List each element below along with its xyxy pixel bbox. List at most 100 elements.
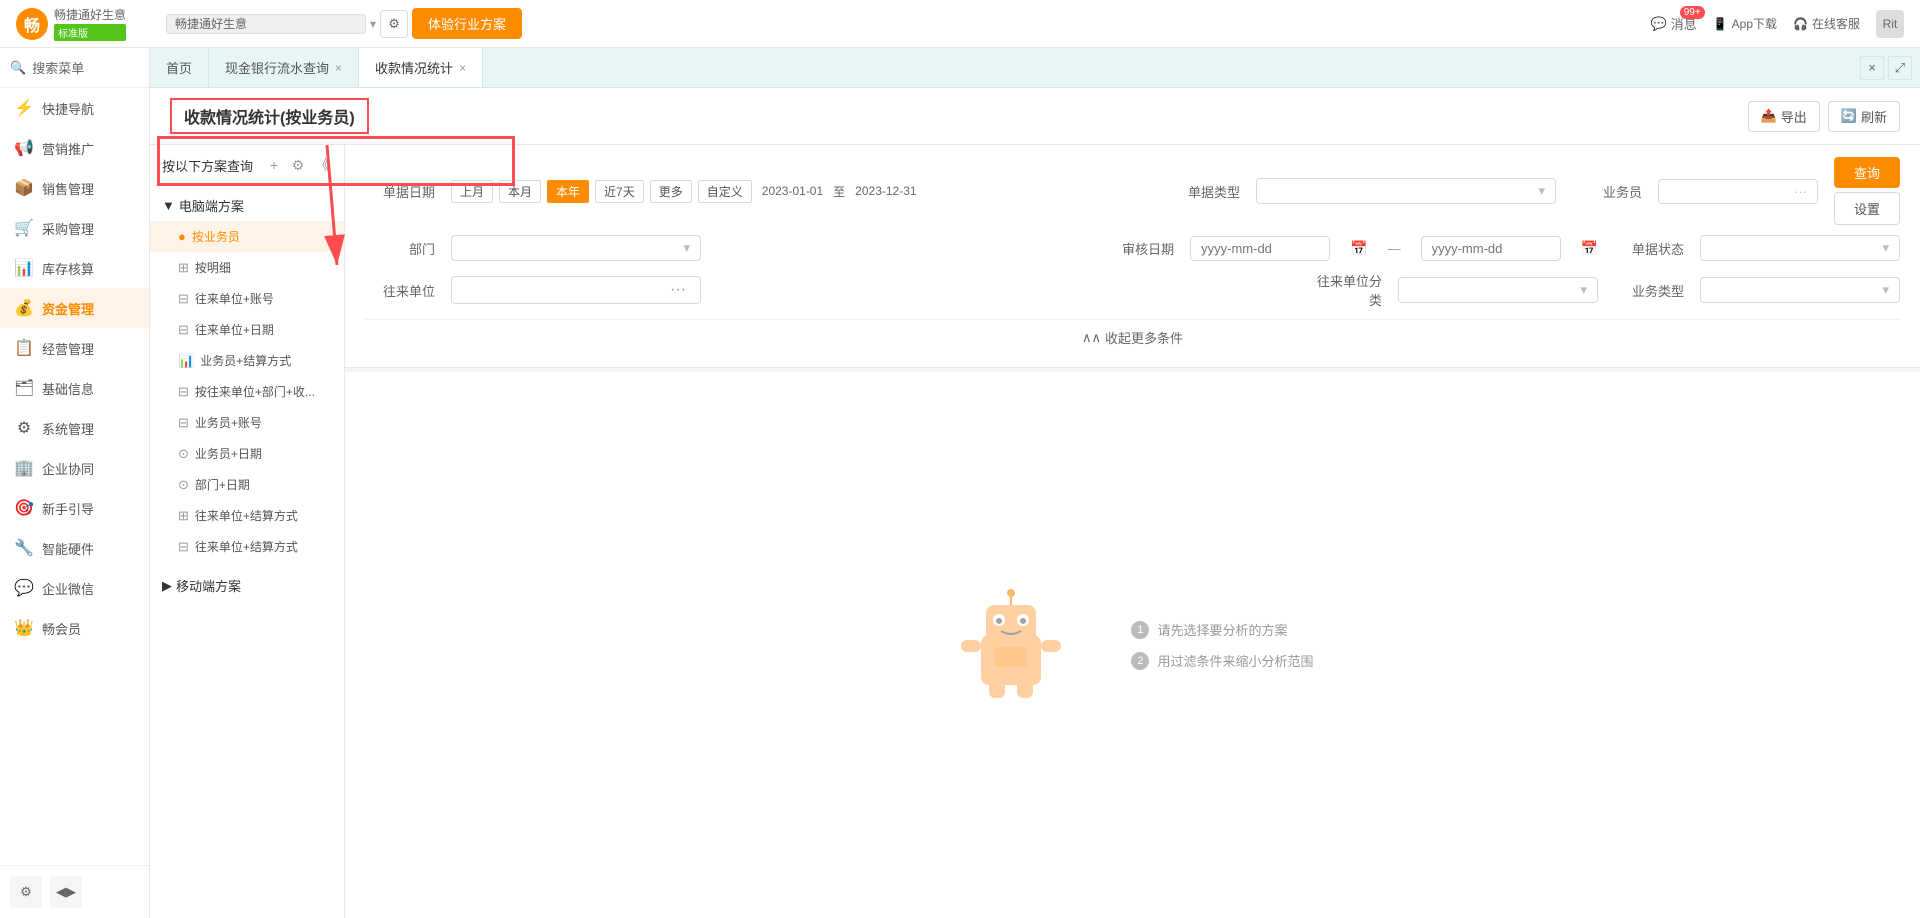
operations-icon: 📋 xyxy=(14,338,34,358)
online-service-link[interactable]: 🎧 在线客服 xyxy=(1793,15,1860,32)
scheme-item-detail[interactable]: ⊞ 按明细 xyxy=(150,252,344,283)
dept-select[interactable]: ▾ xyxy=(451,235,701,261)
date-btn-thismonth[interactable]: 本月 xyxy=(499,180,541,203)
sidebar-item-guide[interactable]: 🎯 新手引导 xyxy=(0,488,149,528)
sidebar-item-member[interactable]: 👑 畅会员 xyxy=(0,608,149,648)
sidebar-collapse-btn[interactable]: ◀▶ xyxy=(50,876,82,908)
trial-button[interactable]: 体验行业方案 xyxy=(412,8,522,39)
counterparty-cat-label: 往来单位分类 xyxy=(1312,271,1382,309)
date-btn-more[interactable]: 更多 xyxy=(650,180,692,203)
date-range-sep: 至 xyxy=(833,183,845,200)
scheme-add-btn[interactable]: + xyxy=(264,155,284,175)
sidebar-item-marketing[interactable]: 📢 营销推广 xyxy=(0,128,149,168)
doctype-select[interactable]: ▾ xyxy=(1256,178,1556,204)
tab-close-all-btn[interactable]: × xyxy=(1860,56,1884,80)
scheme-item-label-4: 业务员+结算方式 xyxy=(200,352,291,369)
date-btn-thisyear[interactable]: 本年 xyxy=(547,180,589,203)
salesman-label: 业务员 xyxy=(1572,182,1642,201)
tab-cashflow[interactable]: 现金银行流水查询 × xyxy=(209,48,359,87)
scheme-item-counterparty-dept[interactable]: ⊟ 按往来单位+部门+收... xyxy=(150,376,344,407)
tab-receivable-close[interactable]: × xyxy=(459,61,466,75)
sidebar-settings-btn[interactable]: ⚙ xyxy=(10,876,42,908)
collapse-bar[interactable]: ∧∧ 收起更多条件 xyxy=(365,319,1900,355)
tab-cashflow-close[interactable]: × xyxy=(335,61,342,75)
refresh-button[interactable]: 🔄 刷新 xyxy=(1828,101,1900,132)
user-name: Rit xyxy=(1883,17,1898,31)
content-body: 按以下方案查询 + ⚙ 《 ▼ 电脑端方案 ● 按业务员 ⊞ 按明 xyxy=(150,145,1920,918)
sidebar-item-collab[interactable]: 🏢 企业协同 xyxy=(0,448,149,488)
finance-label: 资金管理 xyxy=(42,299,94,318)
doc-status-select[interactable]: ▾ xyxy=(1700,235,1900,261)
filter-area: 单据日期 上月 本月 本年 近7天 更多 自定义 2023-01-01 至 20… xyxy=(345,145,1920,368)
biz-type-select[interactable]: ▾ xyxy=(1700,277,1900,303)
scheme-collapse-btn[interactable]: 《 xyxy=(312,155,332,175)
scheme-item-dept-date[interactable]: ⊙ 部门+日期 xyxy=(150,469,344,500)
audit-date-to-icon[interactable]: 📅 xyxy=(1581,240,1598,257)
scheme-item-salesman-date[interactable]: ⊙ 业务员+日期 xyxy=(150,438,344,469)
tip-num-2: 2 xyxy=(1131,652,1149,670)
tab-receivable[interactable]: 收款情况统计 × xyxy=(359,48,483,87)
scheme-item-label-10: 往来单位+结算方式 xyxy=(195,538,298,555)
export-button[interactable]: 📤 导出 xyxy=(1748,101,1820,132)
dept-dropdown-icon: ▾ xyxy=(683,240,690,256)
scheme-group-desktop-title[interactable]: ▼ 电脑端方案 xyxy=(150,190,344,221)
sidebar-item-inventory[interactable]: 📊 库存核算 xyxy=(0,248,149,288)
tab-home[interactable]: 首页 xyxy=(150,48,209,87)
scheme-item-icon-8: ⊙ xyxy=(178,477,189,493)
sidebar-item-sales[interactable]: 📦 销售管理 xyxy=(0,168,149,208)
date-btn-custom[interactable]: 自定义 xyxy=(698,180,752,203)
audit-date-from[interactable] xyxy=(1190,236,1330,261)
scheme-item-counterparty-date[interactable]: ⊟ 往来单位+日期 xyxy=(150,314,344,345)
sidebar-item-wxwork[interactable]: 💬 企业微信 xyxy=(0,568,149,608)
operations-label: 经营管理 xyxy=(42,339,94,358)
counterparty-more-btn[interactable]: ··· xyxy=(666,281,690,299)
scheme-item-salesman-account[interactable]: ⊟ 业务员+账号 xyxy=(150,407,344,438)
scheme-panel-header: 按以下方案查询 + ⚙ 《 xyxy=(150,145,344,186)
sidebar-item-finance[interactable]: 💰 资金管理 xyxy=(0,288,149,328)
scheme-item-bysalesman[interactable]: ● 按业务员 xyxy=(150,221,344,252)
notification-area[interactable]: 💬 消息 99+ xyxy=(1651,14,1697,33)
scheme-group-mobile-title[interactable]: ▶ 移动端方案 xyxy=(150,570,344,601)
cashflow-label: 现金银行流水查询 xyxy=(225,58,329,77)
counterparty-cat-select[interactable]: ▾ xyxy=(1398,277,1598,303)
breadcrumb-dropdown[interactable]: ▾ xyxy=(370,17,376,31)
sidebar: 🔍 搜索菜单 ⚡ 快捷导航 📢 营销推广 📦 销售管理 🛒 采购管理 📊 库存核… xyxy=(0,48,150,918)
user-avatar[interactable]: Rit xyxy=(1876,10,1904,38)
scheme-group-desktop: ▼ 电脑端方案 ● 按业务员 ⊞ 按明细 ⊟ 往来单位+账号 ⊟ 往来单位+ xyxy=(150,186,344,566)
settings-button[interactable]: 设置 xyxy=(1834,192,1900,225)
sidebar-item-basicinfo[interactable]: 🗂 基础信息 xyxy=(0,368,149,408)
marketing-icon: 📢 xyxy=(14,138,34,158)
scheme-item-salesman-settle[interactable]: 📊 业务员+结算方式 xyxy=(150,345,344,376)
date-range-to: 2023-12-31 xyxy=(855,184,916,198)
sidebar-item-operations[interactable]: 📋 经营管理 xyxy=(0,328,149,368)
tab-maximize-btn[interactable]: ⤢ xyxy=(1888,56,1912,80)
sidebar-search[interactable]: 🔍 搜索菜单 xyxy=(0,48,149,88)
scheme-item-icon-2: ⊟ xyxy=(178,291,189,307)
counterparty-select[interactable]: ··· xyxy=(451,276,701,304)
empty-illustration xyxy=(951,585,1071,705)
scheme-settings-btn[interactable]: ⚙ xyxy=(288,155,308,175)
sidebar-item-system[interactable]: ⚙ 系统管理 xyxy=(0,408,149,448)
scheme-item-icon-3: ⊟ xyxy=(178,322,189,338)
sidebar-item-hardware[interactable]: 🔧 智能硬件 xyxy=(0,528,149,568)
sidebar-item-quicknav[interactable]: ⚡ 快捷导航 xyxy=(0,88,149,128)
scheme-item-icon-0: ● xyxy=(178,229,186,244)
scheme-item-counterparty-account[interactable]: ⊟ 往来单位+账号 xyxy=(150,283,344,314)
header-settings-btn[interactable]: ⚙ xyxy=(380,10,408,38)
sidebar-item-purchase[interactable]: 🛒 采购管理 xyxy=(0,208,149,248)
date-btn-7days[interactable]: 近7天 xyxy=(595,180,644,203)
scheme-item-label-0: 按业务员 xyxy=(192,228,240,245)
query-btn-group: 查询 设置 xyxy=(1834,157,1900,225)
salesman-select[interactable]: ··· xyxy=(1658,179,1818,204)
online-service-label: 在线客服 xyxy=(1812,15,1860,32)
query-button[interactable]: 查询 xyxy=(1834,157,1900,188)
breadcrumb-input[interactable] xyxy=(166,14,366,34)
scheme-item-counterparty-settle2[interactable]: ⊟ 往来单位+结算方式 xyxy=(150,531,344,562)
scheme-item-counterparty-settle1[interactable]: ⊞ 往来单位+结算方式 xyxy=(150,500,344,531)
date-btn-lastmonth[interactable]: 上月 xyxy=(451,180,493,203)
collab-icon: 🏢 xyxy=(14,458,34,478)
audit-date-to[interactable] xyxy=(1421,236,1561,261)
app-download-link[interactable]: 📱 App下载 xyxy=(1713,15,1777,32)
edition-badge: 标准版 xyxy=(54,24,126,41)
audit-date-from-icon[interactable]: 📅 xyxy=(1350,240,1367,257)
